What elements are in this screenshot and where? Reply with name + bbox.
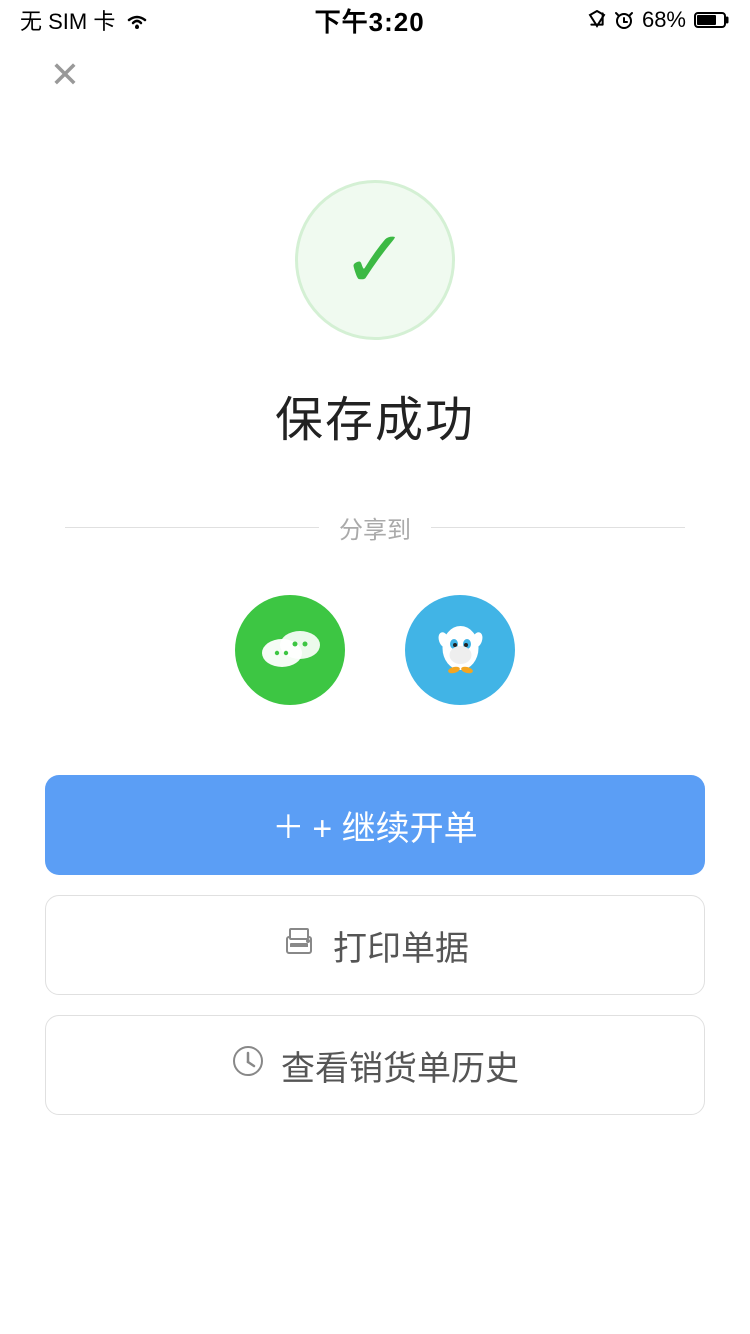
qq-share-button[interactable] [405,595,515,705]
status-right: 68% [588,7,730,33]
close-button[interactable]: ✕ [40,50,90,100]
main-content: ✓ 保存成功 分享到 [0,100,750,1334]
history-button[interactable]: 查看销货单历史 [45,1015,705,1115]
action-buttons: ＋ + 继续开单 打印单据 [45,775,705,1115]
alarm-icon [614,10,634,30]
success-circle: ✓ [295,180,455,340]
share-label: 分享到 [339,510,411,545]
printer-icon [281,923,317,967]
clock-icon [231,1044,265,1086]
plus-icon: ＋ [272,802,304,848]
close-icon: ✕ [50,57,80,93]
wechat-share-button[interactable] [235,595,345,705]
status-left: 无 SIM 卡 [20,4,151,36]
continue-button[interactable]: ＋ + 继续开单 [45,775,705,875]
print-button[interactable]: 打印单据 [45,895,705,995]
share-icons-container [235,595,515,705]
wechat-icon [258,623,323,678]
divider-line-right [431,527,685,528]
divider-line-left [65,527,319,528]
qq-penguin-icon [433,618,488,683]
battery-icon [694,10,730,30]
print-label: 打印单据 [333,921,469,970]
share-divider: 分享到 [65,510,685,545]
continue-label: + 继续开单 [312,801,477,850]
checkmark-icon: ✓ [341,220,408,300]
battery-text: 68% [642,7,686,33]
status-time: 下午3:20 [315,2,425,39]
history-label: 查看销货单历史 [281,1041,519,1090]
location-icon [588,10,606,30]
success-title: 保存成功 [275,380,475,450]
wifi-icon [123,10,151,30]
status-bar: 无 SIM 卡 下午3:20 68% [0,0,750,40]
no-sim-text: 无 SIM 卡 [20,4,115,36]
